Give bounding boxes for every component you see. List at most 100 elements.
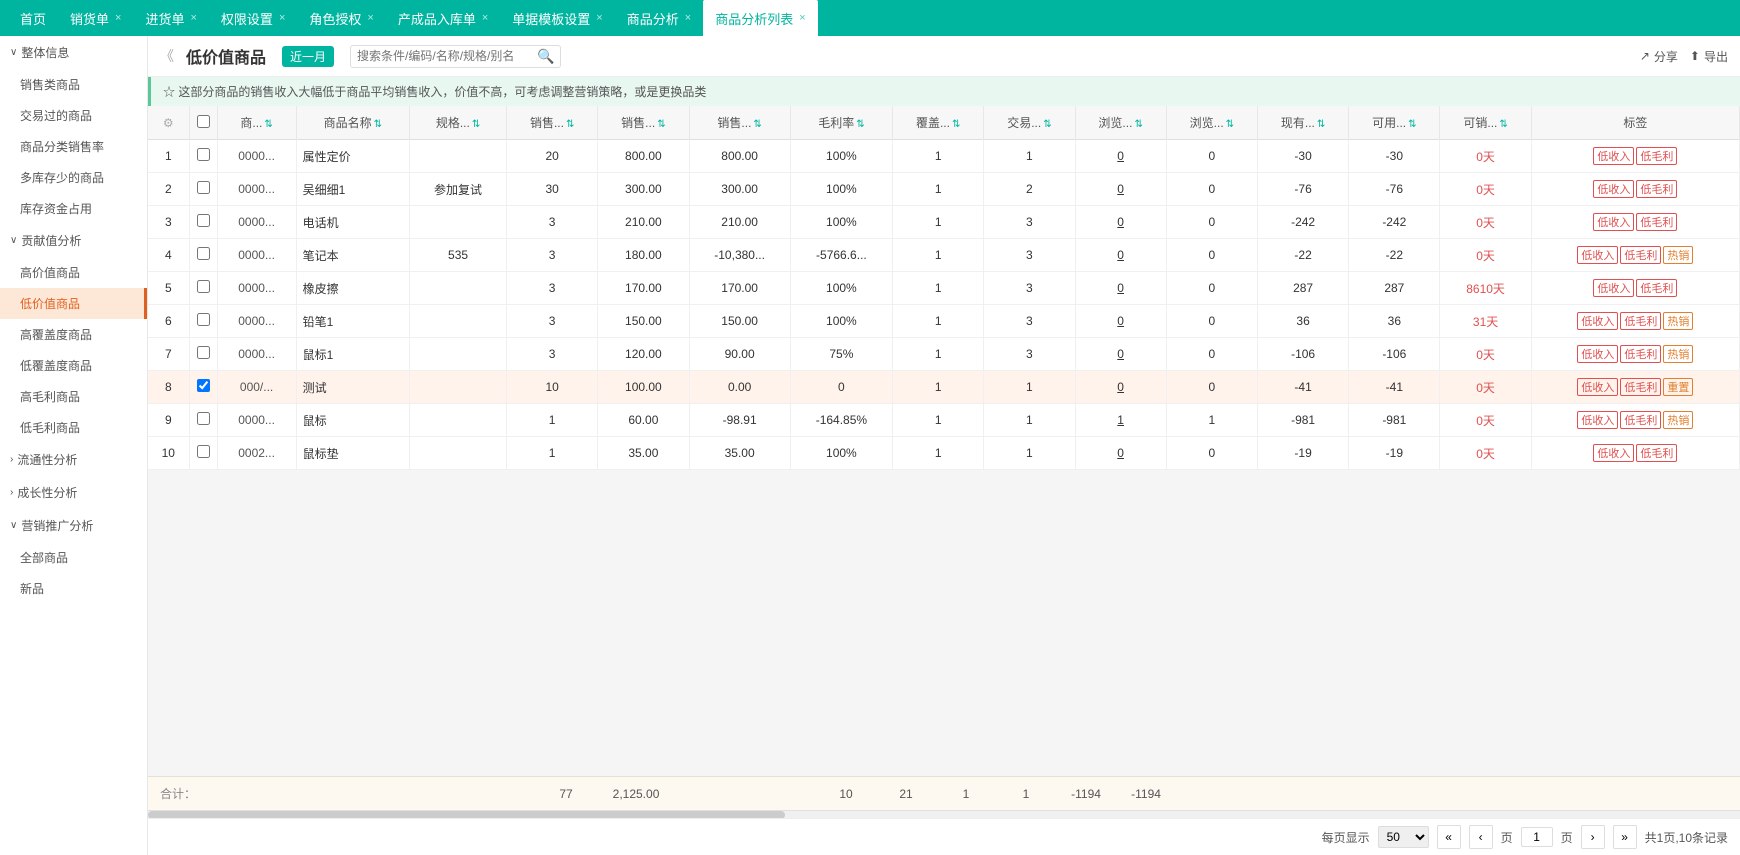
footer-cell-7 [676, 787, 756, 801]
sidebar-section-成长性分析[interactable]: ›成长性分析 [0, 476, 147, 509]
col-header-coverage[interactable]: 覆盖...⇅ [893, 106, 984, 140]
table-wrapper[interactable]: ⚙商...⇅商品名称⇅规格...⇅销售...⇅销售...⇅销售...⇅毛利率⇅覆… [148, 106, 1740, 776]
share-icon: ↗ [1640, 49, 1650, 63]
nav-item-销货单[interactable]: 销货单× [58, 0, 133, 36]
col-header-browse1[interactable]: 浏览...⇅ [1075, 106, 1166, 140]
sidebar-item-库存资金占用[interactable]: 库存资金占用 [0, 193, 147, 224]
share-button[interactable]: ↗ 分享 [1640, 48, 1678, 65]
row-checkbox[interactable] [197, 148, 210, 161]
table-row: 40000...笔记本5353180.00-10,380...-5766.6..… [148, 239, 1740, 272]
close-icon[interactable]: × [115, 12, 121, 24]
nav-item-商品分析列表[interactable]: 商品分析列表× [703, 0, 817, 36]
sidebar-section-整体信息[interactable]: ∨整体信息 [0, 36, 147, 69]
export-button[interactable]: ⬆ 导出 [1690, 48, 1728, 65]
sidebar-section-贡献值分析[interactable]: ∨贡献值分析 [0, 224, 147, 257]
col-header-code[interactable]: 商...⇅ [217, 106, 296, 140]
row-saleable: 0天 [1440, 371, 1531, 404]
row-sale-amt2: 210.00 [689, 206, 790, 239]
row-checkbox[interactable] [197, 280, 210, 293]
row-checkbox[interactable] [197, 313, 210, 326]
row-checkbox[interactable] [197, 346, 210, 359]
col-header-saleQty[interactable]: 销售...⇅ [507, 106, 598, 140]
sidebar-section-流通性分析[interactable]: ›流通性分析 [0, 443, 147, 476]
row-sale-qty: 20 [507, 140, 598, 173]
row-trade: 3 [984, 272, 1075, 305]
row-checkbox[interactable] [197, 379, 210, 392]
prev-page-button[interactable]: ‹ [1469, 825, 1493, 849]
table-row: 60000...铅笔13150.00150.00100%1300363631天低… [148, 305, 1740, 338]
footer-cell-11: 1 [936, 787, 996, 801]
sidebar-item-高价值商品[interactable]: 高价值商品 [0, 257, 147, 288]
row-sale-amt: 60.00 [598, 404, 689, 437]
col-header-browse2[interactable]: 浏览...⇅ [1166, 106, 1257, 140]
row-browse2: 0 [1166, 305, 1257, 338]
tag: 低收入 [1593, 279, 1634, 297]
col-header-name[interactable]: 商品名称⇅ [296, 106, 409, 140]
sidebar-item-低覆盖度商品[interactable]: 低覆盖度商品 [0, 350, 147, 381]
col-header-spec[interactable]: 规格...⇅ [410, 106, 507, 140]
col-header-saleAmt2[interactable]: 销售...⇅ [689, 106, 790, 140]
row-checkbox[interactable] [197, 181, 210, 194]
close-icon[interactable]: × [482, 12, 488, 24]
row-checkbox[interactable] [197, 214, 210, 227]
row-saleable: 0天 [1440, 206, 1531, 239]
time-filter-button[interactable]: 近一月 [282, 46, 334, 67]
select-all-checkbox[interactable] [197, 115, 210, 128]
row-index: 5 [148, 272, 189, 305]
row-browse1: 0 [1075, 437, 1166, 470]
first-page-button[interactable]: « [1437, 825, 1461, 849]
col-header-trade[interactable]: 交易...⇅ [984, 106, 1075, 140]
row-checkbox[interactable] [197, 247, 210, 260]
close-icon[interactable]: × [367, 12, 373, 24]
sidebar-item-交易过的商品[interactable]: 交易过的商品 [0, 100, 147, 131]
row-spec [410, 305, 507, 338]
collapse-button[interactable]: 《 [160, 46, 174, 66]
sidebar-item-销售类商品[interactable]: 销售类商品 [0, 69, 147, 100]
sidebar-item-商品分类销售率[interactable]: 商品分类销售率 [0, 131, 147, 162]
top-nav: 首页销货单×进货单×权限设置×角色授权×产成品入库单×单据模板设置×商品分析×商… [0, 0, 1740, 36]
sidebar: ∨整体信息销售类商品交易过的商品商品分类销售率多库存少的商品库存资金占用∨贡献值… [0, 36, 148, 855]
col-header-saleAmt[interactable]: 销售...⇅ [598, 106, 689, 140]
nav-item-角色授权[interactable]: 角色授权× [297, 0, 385, 36]
row-checkbox[interactable] [197, 412, 210, 425]
row-browse2: 0 [1166, 272, 1257, 305]
sidebar-item-高覆盖度商品[interactable]: 高覆盖度商品 [0, 319, 147, 350]
sidebar-item-低价值商品[interactable]: 低价值商品 [0, 288, 147, 319]
nav-item-首页[interactable]: 首页 [8, 0, 58, 36]
close-icon[interactable]: × [596, 12, 602, 24]
close-icon[interactable]: × [279, 12, 285, 24]
table-row: 70000...鼠标13120.0090.0075%1300-106-1060天… [148, 338, 1740, 371]
row-browse1: 1 [1075, 404, 1166, 437]
sidebar-item-高毛利商品[interactable]: 高毛利商品 [0, 381, 147, 412]
sidebar-item-新品[interactable]: 新品 [0, 573, 147, 604]
close-icon[interactable]: × [799, 12, 805, 24]
per-page-select[interactable]: 50 100 200 [1378, 826, 1429, 848]
last-page-button[interactable]: » [1613, 825, 1637, 849]
tag: 低收入 [1577, 345, 1618, 363]
settings-icon[interactable]: ⚙ [163, 116, 174, 130]
row-tags: 低收入低毛利 [1531, 437, 1739, 470]
nav-item-单据模板设置[interactable]: 单据模板设置× [500, 0, 614, 36]
next-page-button[interactable]: › [1581, 825, 1605, 849]
sidebar-section-营销推广分析[interactable]: ∨营销推广分析 [0, 509, 147, 542]
col-header-current[interactable]: 现有...⇅ [1257, 106, 1348, 140]
row-available: -76 [1349, 173, 1440, 206]
sidebar-item-多库存少的商品[interactable]: 多库存少的商品 [0, 162, 147, 193]
row-coverage: 1 [893, 437, 984, 470]
nav-item-进货单[interactable]: 进货单× [133, 0, 208, 36]
scrollbar[interactable] [148, 810, 1740, 818]
nav-item-商品分析[interactable]: 商品分析× [615, 0, 703, 36]
col-header-grossRate[interactable]: 毛利率⇅ [790, 106, 892, 140]
page-label: 页 [1501, 829, 1513, 846]
nav-item-产成品入库单[interactable]: 产成品入库单× [386, 0, 500, 36]
col-header-saleable[interactable]: 可销...⇅ [1440, 106, 1531, 140]
nav-item-权限设置[interactable]: 权限设置× [209, 0, 297, 36]
page-input[interactable] [1521, 827, 1553, 847]
sidebar-item-全部商品[interactable]: 全部商品 [0, 542, 147, 573]
sidebar-item-低毛利商品[interactable]: 低毛利商品 [0, 412, 147, 443]
search-input[interactable] [357, 49, 537, 63]
close-icon[interactable]: × [190, 12, 196, 24]
col-header-available[interactable]: 可用...⇅ [1349, 106, 1440, 140]
close-icon[interactable]: × [685, 12, 691, 24]
row-checkbox[interactable] [197, 445, 210, 458]
